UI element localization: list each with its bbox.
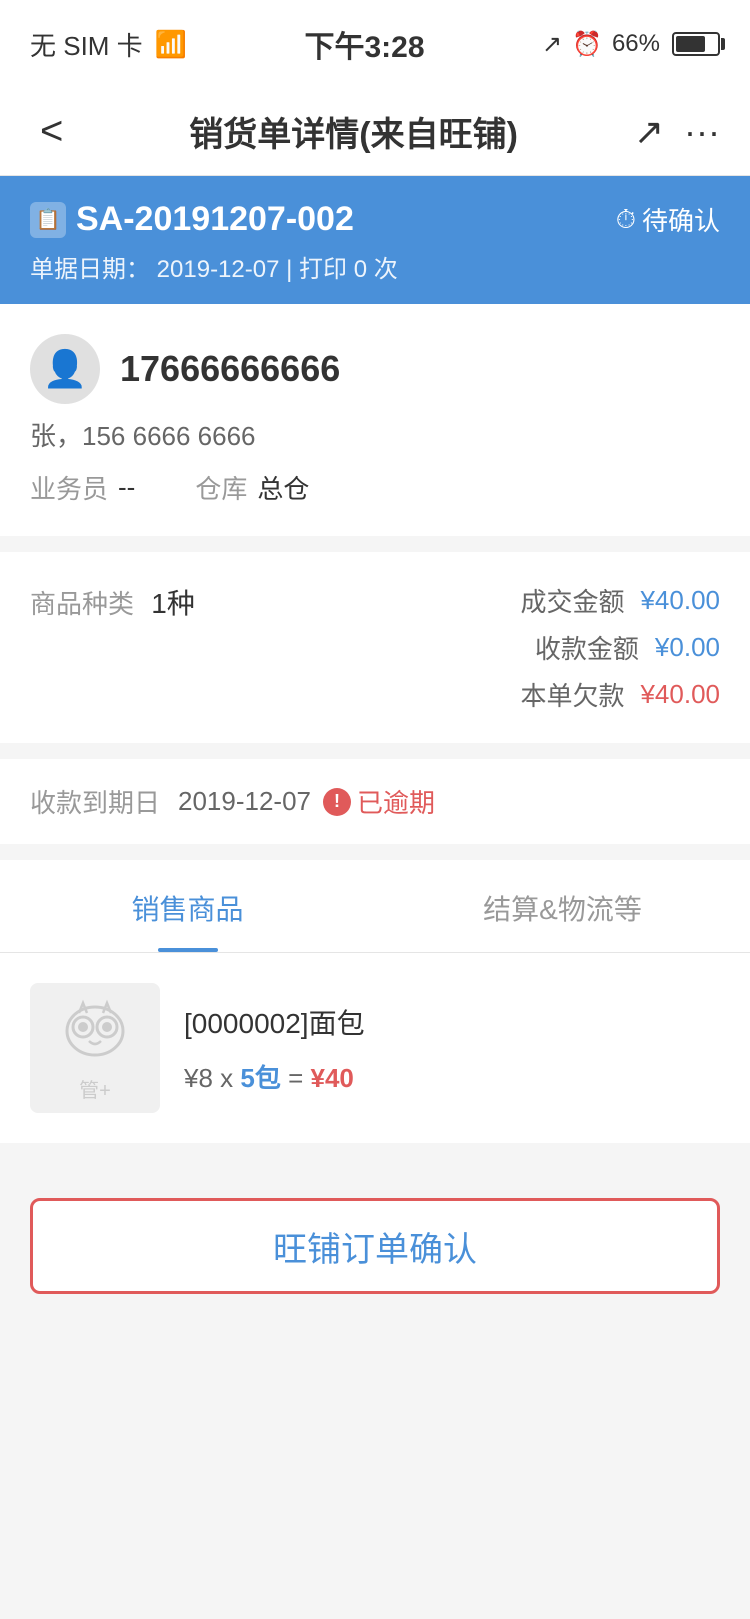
customer-phone: 17666666666 bbox=[120, 348, 340, 390]
warehouse-item: 仓库 总仓 bbox=[195, 469, 309, 506]
location-icon: ↗ bbox=[542, 30, 562, 59]
balance-row: 本单欠款 ¥40.00 bbox=[520, 676, 720, 713]
alarm-icon: ⏰ bbox=[572, 30, 602, 59]
status-bar: 无 SIM 卡 📶 下午3:28 ↗ ⏰ 66% bbox=[0, 0, 750, 88]
deal-amount-row: 成交金额 ¥40.00 bbox=[520, 582, 720, 619]
overdue-text: 已逾期 bbox=[357, 783, 435, 820]
overdue-exclamation: ! bbox=[334, 791, 340, 812]
product-info: [0000002]面包 ¥8 x 5包 = ¥40 bbox=[184, 1002, 720, 1095]
status-left: 无 SIM 卡 📶 bbox=[30, 26, 187, 63]
tabs-row: 销售商品 结算&物流等 bbox=[0, 860, 750, 953]
summary-right: 成交金额 ¥40.00 收款金额 ¥0.00 本单欠款 ¥40.00 bbox=[520, 582, 720, 713]
salesperson-label: 业务员 bbox=[30, 469, 108, 506]
order-status: ⏱ 待确认 bbox=[616, 201, 720, 238]
battery-percent: 66% bbox=[612, 30, 660, 58]
overdue-icon: ! bbox=[323, 788, 351, 816]
wifi-icon: 📶 bbox=[155, 29, 187, 60]
tabs-section: 销售商品 结算&物流等 bbox=[0, 860, 750, 953]
due-date: 2019-12-07 bbox=[178, 786, 311, 817]
status-text: 待确认 bbox=[642, 201, 720, 238]
owl-logo bbox=[55, 993, 135, 1063]
order-id-row: 📋 SA-20191207-002 bbox=[30, 200, 354, 239]
summary-left: 商品种类 1种 bbox=[30, 582, 195, 622]
product-item: 管+ [0000002]面包 ¥8 x 5包 = ¥40 bbox=[0, 953, 750, 1143]
multiply-sign: x bbox=[220, 1063, 233, 1093]
product-type-label: 商品种类 bbox=[30, 589, 134, 619]
tab-sales-label: 销售商品 bbox=[131, 894, 243, 925]
status-right: ↗ ⏰ 66% bbox=[542, 30, 720, 59]
product-type-value: 1种 bbox=[151, 588, 195, 619]
customer-section: 👤 17666666666 张，156 6666 6666 业务员 -- 仓库 … bbox=[0, 304, 750, 536]
received-amount-row: 收款金额 ¥0.00 bbox=[520, 629, 720, 666]
order-icon: 📋 bbox=[30, 202, 66, 238]
status-clock-icon: ⏱ bbox=[616, 204, 636, 236]
tab-settlement-label: 结算&物流等 bbox=[483, 894, 642, 925]
warehouse-label: 仓库 bbox=[195, 469, 247, 506]
confirm-order-button[interactable]: 旺铺订单确认 bbox=[30, 1198, 720, 1294]
back-button[interactable]: < bbox=[30, 99, 73, 164]
received-amount-label: 收款金额 bbox=[535, 629, 639, 666]
customer-meta: 业务员 -- 仓库 总仓 bbox=[30, 469, 720, 506]
confirm-btn-wrapper: 旺铺订单确认 bbox=[0, 1178, 750, 1334]
confirm-btn-label: 旺铺订单确认 bbox=[273, 1222, 477, 1271]
product-price-row: ¥8 x 5包 = ¥40 bbox=[184, 1058, 720, 1095]
total-price: ¥40 bbox=[311, 1063, 354, 1093]
balance-value: ¥40.00 bbox=[640, 679, 720, 710]
status-time: 下午3:28 bbox=[304, 22, 424, 66]
qty: 5包 bbox=[240, 1063, 280, 1093]
avatar: 👤 bbox=[30, 334, 100, 404]
order-date: 单据日期： 2019-12-07 | 打印 0 次 bbox=[30, 249, 720, 284]
customer-name: 张，156 6666 6666 bbox=[30, 416, 720, 453]
price-unit: ¥8 bbox=[184, 1063, 213, 1093]
due-section: 收款到期日 2019-12-07 ! 已逾期 bbox=[0, 759, 750, 844]
print-suffix: 次 bbox=[374, 256, 398, 283]
product-thumb-plus: 管+ bbox=[55, 1074, 135, 1103]
nav-actions: ↗ ··· bbox=[634, 111, 720, 153]
product-thumbnail: 管+ bbox=[30, 983, 160, 1113]
product-thumb-icon bbox=[55, 993, 135, 1072]
overdue-badge: ! 已逾期 bbox=[323, 783, 435, 820]
share-icon[interactable]: ↗ bbox=[634, 111, 664, 153]
due-label: 收款到期日 bbox=[30, 783, 160, 820]
page-title: 销货单详情(来自旺铺) bbox=[189, 107, 518, 156]
more-icon[interactable]: ··· bbox=[684, 111, 720, 153]
tab-settlement[interactable]: 结算&物流等 bbox=[375, 860, 750, 952]
carrier-label: 无 SIM 卡 bbox=[30, 26, 143, 63]
order-banner: 📋 SA-20191207-002 ⏱ 待确认 单据日期： 2019-12-07… bbox=[0, 176, 750, 304]
tab-sales-products[interactable]: 销售商品 bbox=[0, 860, 375, 952]
balance-label: 本单欠款 bbox=[520, 676, 624, 713]
avatar-icon: 👤 bbox=[43, 348, 88, 390]
date-value: 2019-12-07 bbox=[157, 256, 280, 283]
battery-icon bbox=[672, 32, 720, 56]
print-label: | 打印 bbox=[286, 256, 347, 283]
salesperson-item: 业务员 -- bbox=[30, 469, 135, 506]
nav-bar: < 销货单详情(来自旺铺) ↗ ··· bbox=[0, 88, 750, 176]
date-label: 单据日期： bbox=[30, 256, 150, 283]
print-count: 0 bbox=[354, 256, 367, 283]
received-amount-value: ¥0.00 bbox=[655, 632, 720, 663]
equals-sign: = bbox=[288, 1063, 303, 1093]
summary-section: 商品种类 1种 成交金额 ¥40.00 收款金额 ¥0.00 本单欠款 ¥40.… bbox=[0, 552, 750, 743]
deal-amount-value: ¥40.00 bbox=[640, 585, 720, 616]
order-id-text: SA-20191207-002 bbox=[76, 200, 354, 239]
warehouse-value: 总仓 bbox=[257, 469, 309, 506]
deal-amount-label: 成交金额 bbox=[520, 582, 624, 619]
salesperson-value: -- bbox=[118, 472, 135, 503]
product-name: [0000002]面包 bbox=[184, 1002, 720, 1042]
